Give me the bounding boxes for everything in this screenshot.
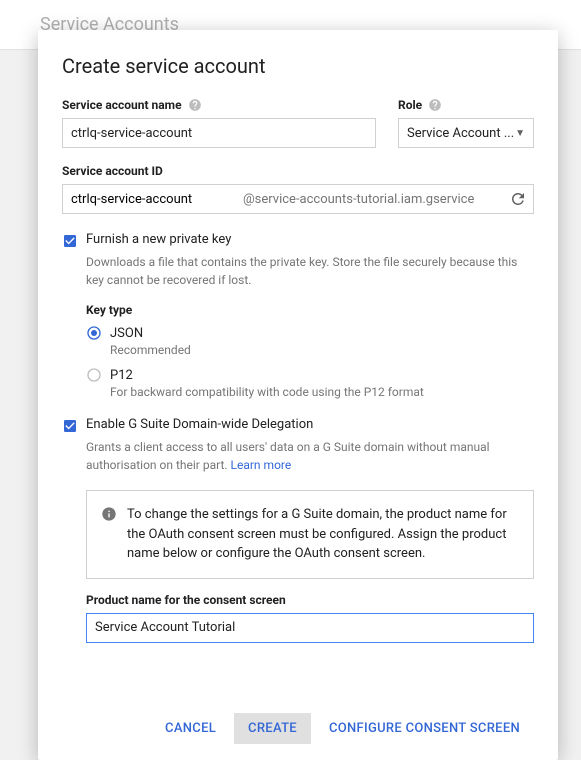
service-account-id-row: @service-accounts-tutorial.iam.gservice (62, 184, 534, 214)
help-icon[interactable] (188, 98, 202, 112)
dialog-title: Create service account (62, 54, 534, 78)
help-icon[interactable] (428, 98, 442, 112)
key-type-json-radio[interactable]: JSON (86, 325, 534, 341)
configure-consent-screen-button[interactable]: Configure consent screen (315, 713, 534, 744)
service-account-id-label: Service account ID (62, 164, 534, 178)
learn-more-link[interactable]: Learn more (231, 458, 292, 472)
key-type-p12-sub: For backward compatibility with code usi… (110, 385, 534, 399)
delegation-description: Grants a client access to all users' dat… (86, 438, 534, 474)
product-name-label: Product name for the consent screen (86, 593, 534, 607)
info-icon (101, 506, 117, 526)
furnish-key-checkbox-row[interactable]: Furnish a new private key (62, 232, 534, 249)
radio-checked-icon (86, 325, 102, 341)
key-type-title: Key type (86, 303, 534, 317)
delegation-label: Enable G Suite Domain-wide Delegation (86, 417, 313, 432)
role-select[interactable]: Service Account ... ▼ (398, 118, 534, 148)
checkbox-checked-icon (62, 418, 78, 434)
service-account-id-suffix: @service-accounts-tutorial.iam.gservice (243, 185, 503, 213)
create-button[interactable]: Create (234, 713, 311, 744)
furnish-key-description: Downloads a file that contains the priva… (86, 253, 534, 289)
product-name-input[interactable] (86, 613, 534, 643)
info-box: To change the settings for a G Suite dom… (86, 490, 534, 579)
radio-unchecked-icon (86, 367, 102, 383)
cancel-button[interactable]: Cancel (151, 713, 230, 744)
create-service-account-dialog: Create service account Service account n… (38, 30, 558, 760)
service-account-name-label: Service account name (62, 98, 376, 112)
refresh-icon[interactable] (503, 185, 533, 213)
furnish-key-label: Furnish a new private key (86, 232, 231, 247)
role-label: Role (398, 98, 534, 112)
key-type-json-sub: Recommended (110, 343, 534, 357)
chevron-down-icon: ▼ (515, 128, 525, 139)
service-account-name-input[interactable] (62, 118, 376, 148)
service-account-id-input[interactable] (63, 185, 243, 213)
key-type-p12-radio[interactable]: P12 (86, 367, 534, 383)
info-text: To change the settings for a G Suite dom… (127, 505, 519, 564)
checkbox-checked-icon (62, 233, 78, 249)
delegation-checkbox-row[interactable]: Enable G Suite Domain-wide Delegation (62, 417, 534, 434)
